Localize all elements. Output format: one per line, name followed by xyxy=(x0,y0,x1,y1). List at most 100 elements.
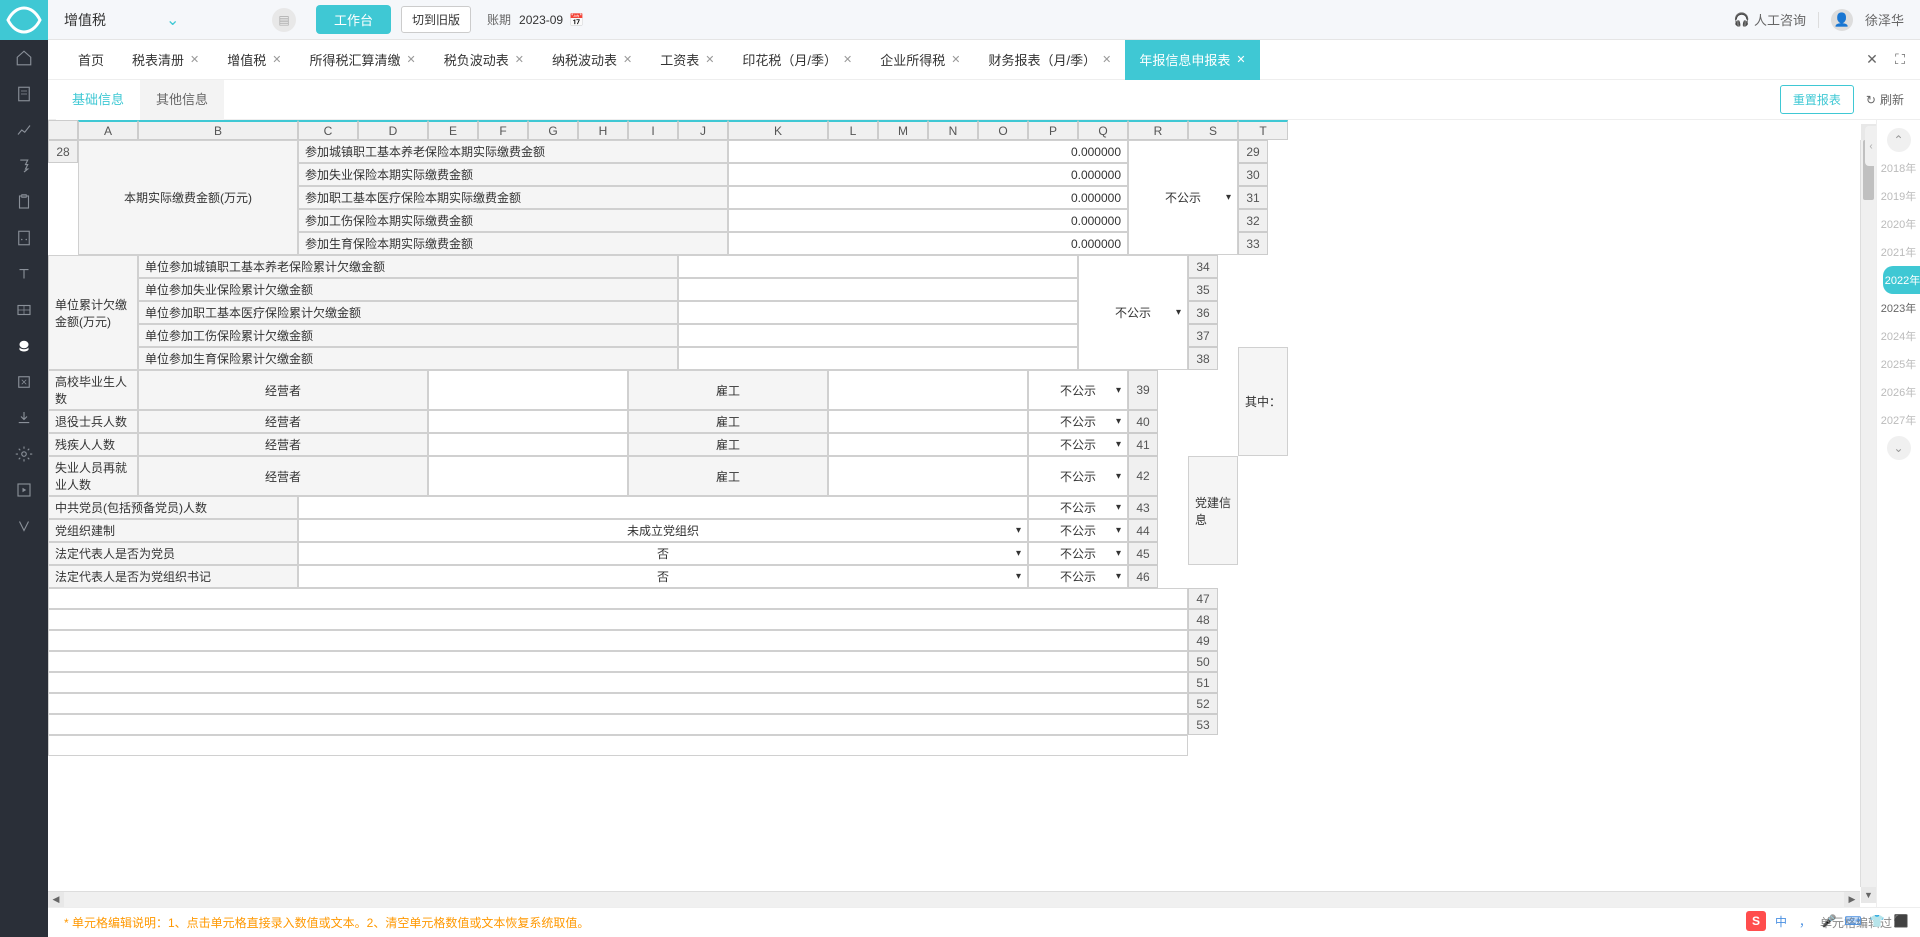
row-header-44[interactable]: 44 xyxy=(1128,519,1158,542)
ime-mic-icon[interactable]: 🎤 xyxy=(1820,912,1838,930)
col-header-corner[interactable] xyxy=(48,120,78,140)
row-header-30[interactable]: 30 xyxy=(1238,163,1268,186)
col-header-S[interactable]: S xyxy=(1188,120,1238,140)
year-down-button[interactable]: ⌄ xyxy=(1887,436,1911,460)
scroll-right-arrow[interactable]: ▶ xyxy=(1844,892,1860,907)
row-header-53[interactable]: 53 xyxy=(1188,714,1218,735)
col-header-T[interactable]: T xyxy=(1238,120,1288,140)
row-header-50[interactable]: 50 xyxy=(1188,651,1218,672)
col-header-A[interactable]: A xyxy=(78,120,138,140)
company-selector[interactable]: 增值税 ⌄ xyxy=(64,10,264,30)
ime-punct-icon[interactable]: ， xyxy=(1796,912,1814,930)
tab-close-icon[interactable]: ✕ xyxy=(1102,53,1111,66)
ime-sogou-icon[interactable]: S xyxy=(1746,911,1766,931)
calendar-icon[interactable]: 📅 xyxy=(569,13,584,27)
ime-skin-icon[interactable]: 👕 xyxy=(1868,912,1886,930)
year-2018年[interactable]: 2018年 xyxy=(1879,154,1918,182)
refresh-button[interactable]: ↻ 刷新 xyxy=(1866,91,1904,108)
spreadsheet[interactable]: ABCDEFGHIJKLMNOPQRST28本期实际缴费金额(万元)参加城镇职工… xyxy=(48,120,1876,907)
year-2024年[interactable]: 2024年 xyxy=(1879,322,1918,350)
row-header-34[interactable]: 34 xyxy=(1188,255,1218,278)
col-header-D[interactable]: D xyxy=(358,120,428,140)
row-header-28[interactable]: 28 xyxy=(48,140,78,163)
tab-税表清册[interactable]: 税表清册✕ xyxy=(118,40,213,80)
nav-active-icon[interactable] xyxy=(0,328,48,364)
year-panel-toggle[interactable]: ‹ xyxy=(1865,126,1877,166)
col-header-L[interactable]: L xyxy=(828,120,878,140)
row-header-29[interactable]: 29 xyxy=(1238,140,1268,163)
subtab-basic[interactable]: 基础信息 xyxy=(56,80,140,120)
nav-calc-icon[interactable] xyxy=(0,220,48,256)
old-version-button[interactable]: 切到旧版 xyxy=(401,6,471,33)
horizontal-scrollbar[interactable]: ◀ ▶ xyxy=(48,891,1860,907)
row-header-45[interactable]: 45 xyxy=(1128,542,1158,565)
row-header-51[interactable]: 51 xyxy=(1188,672,1218,693)
nav-text-icon[interactable] xyxy=(0,256,48,292)
worktable-button[interactable]: 工作台 xyxy=(316,5,391,34)
nav-clipboard-icon[interactable] xyxy=(0,184,48,220)
tab-增值税[interactable]: 增值税✕ xyxy=(213,40,295,80)
tab-close-icon[interactable]: ✕ xyxy=(407,53,416,66)
close-all-tabs-icon[interactable]: ✕ xyxy=(1862,50,1882,70)
tab-年报信息申报表[interactable]: 年报信息申报表✕ xyxy=(1125,40,1259,80)
row-header-49[interactable]: 49 xyxy=(1188,630,1218,651)
ime-lang-icon[interactable]: 中 xyxy=(1772,912,1790,930)
col-header-H[interactable]: H xyxy=(578,120,628,140)
tab-企业所得税[interactable]: 企业所得税✕ xyxy=(866,40,974,80)
tab-所得税汇算清缴[interactable]: 所得税汇算清缴✕ xyxy=(295,40,429,80)
row-header-46[interactable]: 46 xyxy=(1128,565,1158,588)
row-header-35[interactable]: 35 xyxy=(1188,278,1218,301)
nav-settings-icon[interactable] xyxy=(0,436,48,472)
row-header-31[interactable]: 31 xyxy=(1238,186,1268,209)
col-header-F[interactable]: F xyxy=(478,120,528,140)
year-2027年[interactable]: 2027年 xyxy=(1879,406,1918,434)
row-header-38[interactable]: 38 xyxy=(1188,347,1218,370)
tab-印花税（月/季）[interactable]: 印花税（月/季）✕ xyxy=(728,40,866,80)
col-header-Q[interactable]: Q xyxy=(1078,120,1128,140)
row-header-39[interactable]: 39 xyxy=(1128,370,1158,410)
tab-close-icon[interactable]: ✕ xyxy=(623,53,632,66)
ime-tool-icon[interactable]: ⬛ xyxy=(1892,912,1910,930)
tab-close-icon[interactable]: ✕ xyxy=(515,53,524,66)
year-2021年[interactable]: 2021年 xyxy=(1879,238,1918,266)
tab-close-icon[interactable]: ✕ xyxy=(1236,53,1245,66)
nav-chart-icon[interactable] xyxy=(0,112,48,148)
nav-doc-icon[interactable] xyxy=(0,76,48,112)
row-header-41[interactable]: 41 xyxy=(1128,433,1158,456)
subtab-other[interactable]: 其他信息 xyxy=(140,80,224,120)
year-2026年[interactable]: 2026年 xyxy=(1879,378,1918,406)
year-up-button[interactable]: ⌃ xyxy=(1887,128,1911,152)
nav-link-icon[interactable] xyxy=(0,364,48,400)
row-header-32[interactable]: 32 xyxy=(1238,209,1268,232)
year-2023年[interactable]: 2023年 xyxy=(1879,294,1918,322)
nav-home-icon[interactable] xyxy=(0,40,48,76)
tab-工资表[interactable]: 工资表✕ xyxy=(646,40,728,80)
year-2020年[interactable]: 2020年 xyxy=(1879,210,1918,238)
tab-close-icon[interactable]: ✕ xyxy=(272,53,281,66)
help-link[interactable]: 🎧 人工咨询 xyxy=(1734,10,1806,29)
row-header-40[interactable]: 40 xyxy=(1128,410,1158,433)
col-header-K[interactable]: K xyxy=(728,120,828,140)
tab-财务报表（月/季）[interactable]: 财务报表（月/季）✕ xyxy=(975,40,1126,80)
row-header-43[interactable]: 43 xyxy=(1128,496,1158,519)
year-2025年[interactable]: 2025年 xyxy=(1879,350,1918,378)
nav-grid-icon[interactable] xyxy=(0,292,48,328)
col-header-N[interactable]: N xyxy=(928,120,978,140)
col-header-M[interactable]: M xyxy=(878,120,928,140)
row-header-48[interactable]: 48 xyxy=(1188,609,1218,630)
col-header-E[interactable]: E xyxy=(428,120,478,140)
col-header-C[interactable]: C xyxy=(298,120,358,140)
col-header-J[interactable]: J xyxy=(678,120,728,140)
nav-v-icon[interactable] xyxy=(0,508,48,544)
tab-close-icon[interactable]: ✕ xyxy=(843,53,852,66)
nav-money-icon[interactable] xyxy=(0,148,48,184)
tab-close-icon[interactable]: ✕ xyxy=(705,53,714,66)
app-logo[interactable] xyxy=(0,0,48,40)
tab-close-icon[interactable]: ✕ xyxy=(951,53,960,66)
reset-report-button[interactable]: 重置报表 xyxy=(1780,85,1854,114)
scroll-left-arrow[interactable]: ◀ xyxy=(48,892,64,907)
year-2019年[interactable]: 2019年 xyxy=(1879,182,1918,210)
row-header-33[interactable]: 33 xyxy=(1238,232,1268,255)
expand-icon[interactable]: ⛶ xyxy=(1890,50,1910,70)
row-header-36[interactable]: 36 xyxy=(1188,301,1218,324)
